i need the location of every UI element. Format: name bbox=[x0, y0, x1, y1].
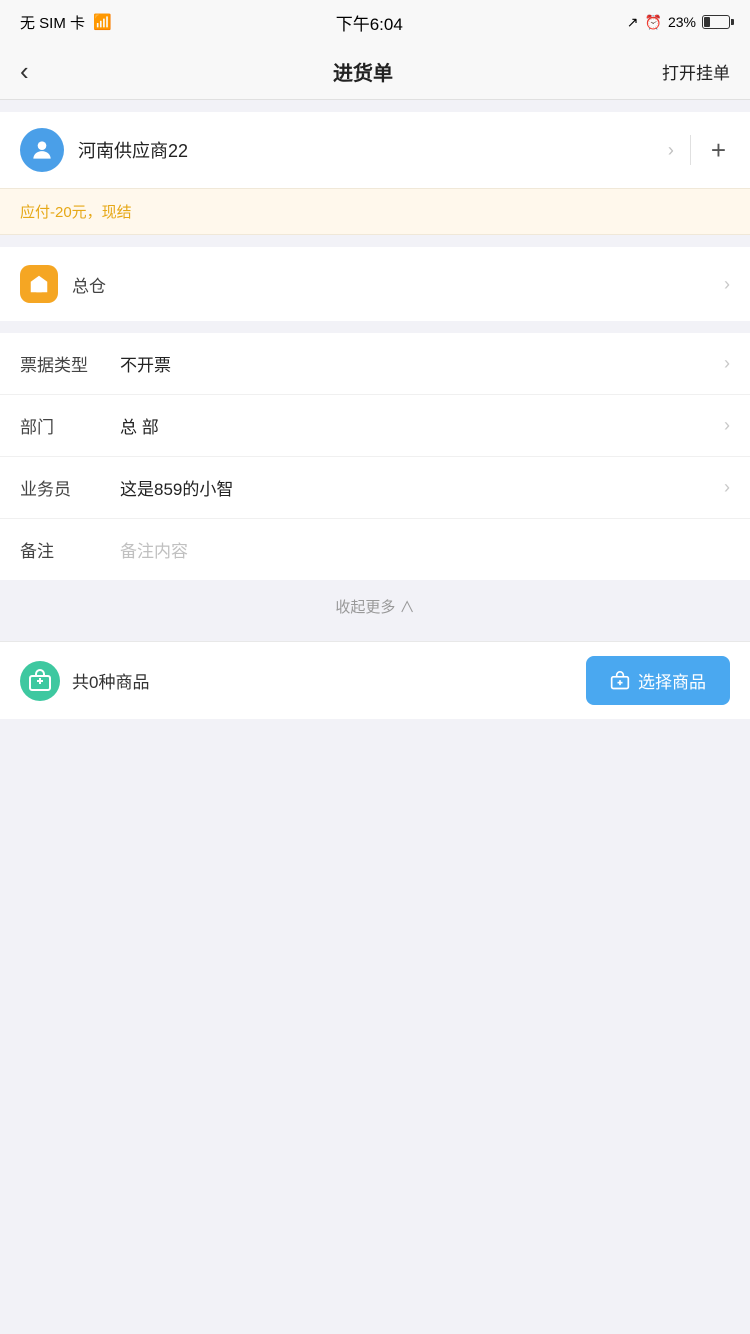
section-gap-2 bbox=[0, 235, 750, 247]
vertical-divider bbox=[690, 135, 691, 165]
remark-label: 备注 bbox=[20, 537, 120, 562]
warehouse-chevron-icon: › bbox=[724, 274, 730, 295]
person-icon bbox=[29, 137, 55, 163]
department-label: 部门 bbox=[20, 413, 120, 438]
select-btn-label: 选择商品 bbox=[638, 668, 706, 693]
bottom-bar: 共0种商品 选择商品 bbox=[0, 641, 750, 719]
invoice-type-row[interactable]: 票据类型 不开票 › bbox=[0, 333, 750, 395]
open-pending-button[interactable]: 打开挂单 bbox=[662, 59, 730, 84]
page-title: 进货单 bbox=[333, 57, 393, 86]
add-button[interactable]: + bbox=[707, 135, 730, 166]
section-gap-4 bbox=[0, 633, 750, 641]
department-row[interactable]: 部门 总 部 › bbox=[0, 395, 750, 457]
warehouse-icon bbox=[28, 273, 50, 295]
supplier-card: 河南供应商22 › + 应付-20元，现结 bbox=[0, 112, 750, 235]
salesperson-value: 这是859的小智 bbox=[120, 475, 716, 500]
collapse-label: 收起更多 ∧ bbox=[335, 596, 414, 617]
supplier-chevron-icon: › bbox=[668, 140, 674, 161]
battery-icon bbox=[702, 15, 730, 29]
salesperson-chevron-icon: › bbox=[724, 477, 730, 498]
department-chevron-icon: › bbox=[724, 415, 730, 436]
cart-icon bbox=[28, 669, 52, 693]
warehouse-label: 总仓 bbox=[72, 272, 716, 297]
supplier-name: 河南供应商22 bbox=[78, 137, 668, 163]
warehouse-icon-wrap bbox=[20, 265, 58, 303]
page-background bbox=[0, 719, 750, 1019]
select-product-button[interactable]: 选择商品 bbox=[586, 656, 730, 705]
salesperson-label: 业务员 bbox=[20, 475, 120, 500]
battery-percent: 23% bbox=[668, 14, 696, 30]
carrier-label: 无 SIM 卡 bbox=[20, 12, 85, 33]
salesperson-row[interactable]: 业务员 这是859的小智 › bbox=[0, 457, 750, 519]
notice-bar: 应付-20元，现结 bbox=[0, 188, 750, 235]
department-value: 总 部 bbox=[120, 413, 716, 438]
collapse-row[interactable]: 收起更多 ∧ bbox=[0, 580, 750, 633]
warehouse-row[interactable]: 总仓 › bbox=[0, 247, 750, 321]
location-icon: ↗ bbox=[627, 14, 639, 31]
invoice-type-value: 不开票 bbox=[120, 351, 716, 376]
status-bar: 无 SIM 卡 📶 下午6:04 ↗ ⏰ 23% bbox=[0, 0, 750, 44]
product-count-label: 共0种商品 bbox=[72, 668, 586, 693]
status-time: 下午6:04 bbox=[336, 10, 403, 35]
back-button[interactable]: ‹ bbox=[20, 56, 64, 87]
section-gap-3 bbox=[0, 321, 750, 333]
alarm-icon: ⏰ bbox=[645, 14, 662, 31]
supplier-avatar bbox=[20, 128, 64, 172]
remark-row[interactable]: 备注 备注内容 bbox=[0, 519, 750, 580]
fields-card: 票据类型 不开票 › 部门 总 部 › 业务员 这是859的小智 › 备注 备注… bbox=[0, 333, 750, 580]
status-left: 无 SIM 卡 📶 bbox=[20, 12, 112, 33]
add-product-icon bbox=[610, 671, 630, 691]
supplier-row[interactable]: 河南供应商22 › + bbox=[0, 112, 750, 188]
remark-placeholder: 备注内容 bbox=[120, 537, 730, 562]
warehouse-card: 总仓 › bbox=[0, 247, 750, 321]
product-icon-wrap bbox=[20, 661, 60, 701]
status-right: ↗ ⏰ 23% bbox=[627, 14, 730, 31]
invoice-type-label: 票据类型 bbox=[20, 351, 120, 376]
section-gap-1 bbox=[0, 100, 750, 112]
wifi-icon: 📶 bbox=[93, 13, 112, 31]
invoice-type-chevron-icon: › bbox=[724, 353, 730, 374]
nav-bar: ‹ 进货单 打开挂单 bbox=[0, 44, 750, 100]
